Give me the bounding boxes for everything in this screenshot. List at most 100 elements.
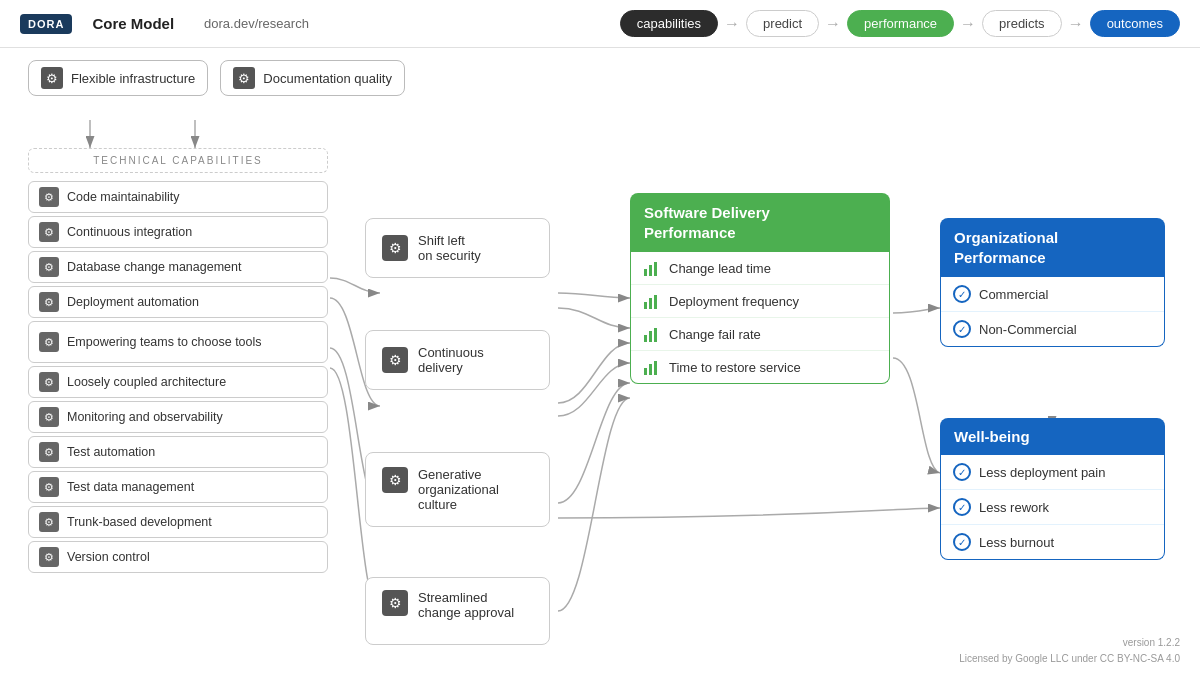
gear-icon-cap-9: ⚙ [39,512,59,532]
url-display: dora.dev/research [204,16,600,31]
gear-icon-cap-0: ⚙ [39,187,59,207]
footer: version 1.2.2 Licensed by Google LLC und… [959,635,1180,667]
sdp-item-3: Time to restore service [669,360,801,375]
cap-label-8: Test data management [67,480,194,494]
nav-performance[interactable]: performance [847,10,954,37]
cap-continuous-integration: ⚙ Continuous integration [28,216,328,248]
org-performance-box: Organizational Performance ✓ Commercial … [940,218,1165,347]
cap-trunk-based: ⚙ Trunk-based development [28,506,328,538]
svg-rect-12 [654,328,657,342]
org-header: Organizational Performance [940,218,1165,277]
gear-icon-cap-6: ⚙ [39,407,59,427]
check-icon-wb-2: ✓ [953,533,971,551]
org-non-commercial: ✓ Non-Commercial [941,312,1164,346]
cap-label-3: Deployment automation [67,295,199,309]
cap-loosely-coupled: ⚙ Loosely coupled architecture [28,366,328,398]
sdp-change-lead-time: Change lead time [631,252,889,285]
gear-icon-mid-2: ⚙ [382,467,408,493]
cap-label-10: Version control [67,550,150,564]
sdp-item-2: Change fail rate [669,327,761,342]
bar-chart-icon-0 [643,259,661,277]
mid-section: ⚙ Shift left on security ⚙ Continuous de… [365,208,550,645]
nav-outcomes[interactable]: outcomes [1090,10,1180,37]
flexible-infra-label: Flexible infrastructure [71,71,195,86]
nav-capabilities[interactable]: capabilities [620,10,718,37]
mid-label-1: Continuous delivery [418,345,484,375]
check-icon-org-0: ✓ [953,285,971,303]
cap-deployment-automation: ⚙ Deployment automation [28,286,328,318]
cap-empowering-teams: ⚙ Empowering teams to choose tools [28,321,328,363]
app-title: Core Model [92,15,174,32]
tech-cap-section: TECHNICAL CAPABILITIES ⚙ Code maintainab… [28,148,328,573]
wellbeing-box: Well-being ✓ Less deployment pain ✓ Less… [940,418,1165,560]
gear-icon-cap-2: ⚙ [39,257,59,277]
cap-test-automation: ⚙ Test automation [28,436,328,468]
svg-rect-15 [654,361,657,375]
mid-label-3: Streamlined change approval [418,590,514,620]
nav-predict[interactable]: predict [746,10,819,37]
main-content: ⚙ Flexible infrastructure ⚙ Documentatio… [0,48,1200,675]
mid-label-0: Shift left on security [418,233,481,263]
wb-item-0: Less deployment pain [979,465,1105,480]
gear-icon-mid-3: ⚙ [382,590,408,616]
svg-rect-6 [654,262,657,276]
nav-predicts[interactable]: predicts [982,10,1062,37]
wb-less-rework: ✓ Less rework [941,490,1164,525]
cap-label-5: Loosely coupled architecture [67,375,226,389]
arrow-4: → [1068,15,1084,33]
gear-icon-cap-7: ⚙ [39,442,59,462]
mid-generative-culture: ⚙ Generative organizational culture [365,452,550,527]
gear-icon-1: ⚙ [41,67,63,89]
cap-label-9: Trunk-based development [67,515,212,529]
arrow-1: → [724,15,740,33]
top-boxes: ⚙ Flexible infrastructure ⚙ Documentatio… [28,60,405,96]
cap-label-0: Code maintainability [67,190,180,204]
org-commercial: ✓ Commercial [941,277,1164,312]
check-icon-wb-1: ✓ [953,498,971,516]
wb-less-deployment-pain: ✓ Less deployment pain [941,455,1164,490]
arrow-2: → [825,15,841,33]
cap-monitoring: ⚙ Monitoring and observability [28,401,328,433]
sdp-box: Software Delivery Performance Change lea… [630,193,890,384]
check-icon-wb-0: ✓ [953,463,971,481]
wb-item-1: Less rework [979,500,1049,515]
org-item-1: Non-Commercial [979,322,1077,337]
cap-test-data-mgmt: ⚙ Test data management [28,471,328,503]
gear-icon-cap-3: ⚙ [39,292,59,312]
check-icon-org-1: ✓ [953,320,971,338]
org-item-0: Commercial [979,287,1048,302]
gear-icon-cap-10: ⚙ [39,547,59,567]
arrow-3: → [960,15,976,33]
cap-label-7: Test automation [67,445,155,459]
mid-label-2: Generative organizational culture [418,467,499,512]
section-label: TECHNICAL CAPABILITIES [28,148,328,173]
sdp-items: Change lead time Deployment frequency Ch… [630,252,890,384]
sdp-item-0: Change lead time [669,261,771,276]
wb-header: Well-being [940,418,1165,455]
svg-rect-13 [644,368,647,375]
gear-icon-mid-0: ⚙ [382,235,408,261]
documentation-quality-box: ⚙ Documentation quality [220,60,405,96]
gear-icon-cap-8: ⚙ [39,477,59,497]
svg-rect-11 [649,331,652,342]
svg-rect-8 [649,298,652,309]
gear-icon-2: ⚙ [233,67,255,89]
cap-list: ⚙ Code maintainability ⚙ Continuous inte… [28,181,328,573]
sdp-header: Software Delivery Performance [630,193,890,252]
nav-flow: capabilities → predict → performance → p… [620,10,1180,37]
license-text: Licensed by Google LLC under CC BY-NC-SA… [959,651,1180,667]
svg-rect-14 [649,364,652,375]
cap-database-change-mgmt: ⚙ Database change management [28,251,328,283]
gear-icon-mid-1: ⚙ [382,347,408,373]
cap-label-4: Empowering teams to choose tools [67,335,262,349]
gear-icon-cap-1: ⚙ [39,222,59,242]
wb-item-2: Less burnout [979,535,1054,550]
cap-label-1: Continuous integration [67,225,192,239]
header: DORA Core Model dora.dev/research capabi… [0,0,1200,48]
sdp-change-fail-rate: Change fail rate [631,318,889,351]
version-text: version 1.2.2 [959,635,1180,651]
sdp-item-1: Deployment frequency [669,294,799,309]
mid-streamlined-approval: ⚙ Streamlined change approval [365,577,550,645]
svg-rect-9 [654,295,657,309]
mid-shift-left: ⚙ Shift left on security [365,218,550,278]
